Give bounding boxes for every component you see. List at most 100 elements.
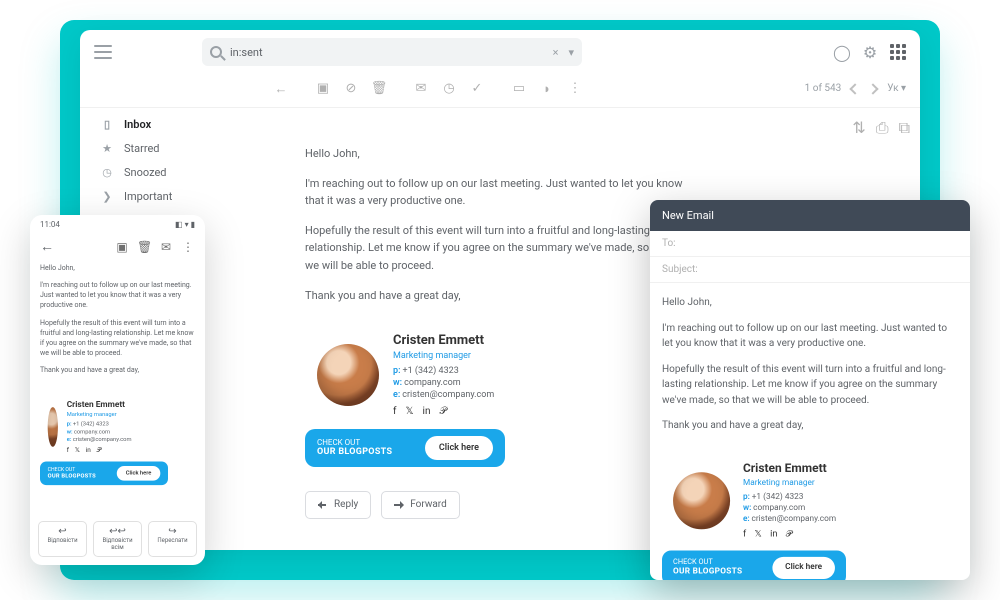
snooze-icon[interactable]: ◷ bbox=[438, 78, 460, 100]
pinterest-icon[interactable]: 𝒫 bbox=[786, 528, 793, 540]
signature-phone: p:+1 (342) 4323 bbox=[743, 491, 836, 502]
sidebar-item-starred[interactable]: ★ Starred bbox=[88, 136, 258, 160]
unread-icon[interactable]: ✉ bbox=[410, 78, 432, 100]
signature-social: f 𝕏 in 𝒫 bbox=[743, 528, 836, 540]
compose-title[interactable]: New Email bbox=[650, 200, 970, 231]
label-icon[interactable]: ◗ bbox=[536, 78, 558, 100]
top-bar: × ▾ ◯ ⚙ bbox=[80, 30, 920, 74]
email-greeting: Hello John, bbox=[662, 295, 958, 311]
facebook-icon[interactable]: f bbox=[393, 405, 396, 419]
mobile-status-bar: 11:04 ◧ ▾ ▮ bbox=[30, 215, 205, 234]
spam-icon[interactable]: ⊘ bbox=[340, 78, 362, 100]
compose-subject-field[interactable]: Subject: bbox=[650, 257, 970, 283]
mail-icon[interactable]: ✉ bbox=[159, 240, 173, 254]
banner-top-text: CHECK OUT bbox=[673, 558, 713, 566]
back-icon[interactable]: ← bbox=[40, 238, 54, 255]
signature-web: w:company.com bbox=[743, 502, 836, 513]
forward-button[interactable]: Forward bbox=[381, 491, 460, 519]
compose-to-field[interactable]: To: bbox=[650, 231, 970, 257]
banner-main-text: OUR BLOGPOSTS bbox=[673, 566, 742, 576]
email-body: Hello John, I'm reaching out to follow u… bbox=[305, 145, 685, 519]
clear-search-icon[interactable]: × bbox=[553, 46, 559, 59]
avatar bbox=[317, 344, 379, 406]
mobile-reply-button[interactable]: ↩Відповісти bbox=[38, 521, 87, 557]
reply-button[interactable]: Reply bbox=[305, 491, 371, 519]
compose-body[interactable]: Hello John, I'm reaching out to follow u… bbox=[650, 283, 970, 580]
search-dropdown-icon[interactable]: ▾ bbox=[568, 46, 574, 59]
twitter-icon[interactable]: 𝕏 bbox=[75, 446, 80, 455]
mobile-toolbar: ← ▣ 🗑 ✉ ⋮ bbox=[30, 234, 205, 263]
linkedin-icon[interactable]: in bbox=[770, 528, 777, 540]
email-paragraph: I'm reaching out to follow up on our las… bbox=[40, 280, 195, 310]
sidebar-item-label: Important bbox=[124, 190, 172, 203]
avatar bbox=[48, 408, 58, 448]
apps-icon[interactable] bbox=[890, 44, 906, 60]
signature-web: w:company.com bbox=[393, 377, 494, 389]
star-icon: ★ bbox=[100, 141, 114, 155]
prev-icon[interactable] bbox=[850, 83, 861, 94]
signature-banner: CHECK OUTOUR BLOGPOSTS Click here bbox=[662, 550, 846, 580]
clock-icon: ◷ bbox=[100, 165, 114, 179]
mobile-forward-button[interactable]: ↪Переслати bbox=[148, 521, 197, 557]
email-paragraph: Hopefully the result of this event will … bbox=[40, 318, 195, 359]
mobile-action-row: ↩Відповісти ↩↩Відповісти всім ↪Переслати bbox=[38, 521, 197, 557]
move-icon[interactable]: ▭ bbox=[508, 78, 530, 100]
email-signature: Cristen Emmett Marketing manager p:+1 (3… bbox=[40, 393, 139, 485]
signature-social: f 𝕏 in 𝒫 bbox=[67, 446, 132, 455]
sidebar-item-snoozed[interactable]: ◷ Snoozed bbox=[88, 160, 258, 184]
popout-icon[interactable]: ⧉ bbox=[899, 118, 910, 138]
signature-name: Cristen Emmett bbox=[67, 400, 132, 411]
twitter-icon[interactable]: 𝕏 bbox=[405, 405, 413, 419]
banner-button[interactable]: Click here bbox=[425, 436, 493, 460]
email-greeting: Hello John, bbox=[305, 145, 685, 163]
avatar bbox=[673, 472, 730, 529]
signature-phone: p:+1 (342) 4323 bbox=[393, 365, 494, 377]
pinterest-icon[interactable]: 𝒫 bbox=[97, 446, 102, 455]
delete-icon[interactable]: 🗑 bbox=[368, 78, 390, 100]
linkedin-icon[interactable]: in bbox=[423, 405, 431, 419]
help-icon[interactable]: ◯ bbox=[834, 44, 850, 60]
task-icon[interactable]: ✓ bbox=[466, 78, 488, 100]
linkedin-icon[interactable]: in bbox=[86, 446, 91, 455]
search-icon bbox=[210, 46, 222, 58]
sidebar-item-label: Snoozed bbox=[124, 166, 166, 179]
reply-actions: Reply Forward bbox=[305, 491, 685, 519]
search-input[interactable] bbox=[230, 46, 545, 59]
search-box[interactable]: × ▾ bbox=[202, 38, 582, 66]
signature-name: Cristen Emmett bbox=[743, 461, 836, 477]
mobile-reply-all-button[interactable]: ↩↩Відповісти всім bbox=[93, 521, 142, 557]
facebook-icon[interactable]: f bbox=[743, 528, 746, 540]
reply-icon bbox=[318, 501, 328, 509]
signature-title: Marketing manager bbox=[743, 477, 836, 488]
banner-button[interactable]: Click here bbox=[117, 466, 161, 481]
delete-icon[interactable]: 🗑 bbox=[137, 240, 151, 254]
sidebar-item-label: Starred bbox=[124, 142, 160, 155]
banner-button[interactable]: Click here bbox=[772, 556, 835, 578]
important-icon: ❯ bbox=[100, 189, 114, 203]
mobile-status-icons: ◧ ▾ ▮ bbox=[175, 220, 195, 229]
print-icon[interactable]: ⎙ bbox=[876, 118, 889, 138]
banner-main-text: OUR BLOGPOSTS bbox=[48, 473, 96, 480]
signature-email: e:cristen@company.com bbox=[393, 389, 494, 401]
next-icon[interactable] bbox=[868, 83, 879, 94]
banner-main-text: OUR BLOGPOSTS bbox=[317, 447, 392, 458]
sidebar-item-important[interactable]: ❯ Important bbox=[88, 184, 258, 208]
back-icon[interactable]: ← bbox=[270, 78, 292, 100]
message-side-icons: ⇅ ⎙ ⧉ bbox=[852, 118, 910, 138]
sidebar-item-label: Inbox bbox=[124, 118, 151, 131]
archive-icon[interactable]: ▣ bbox=[115, 240, 129, 254]
expand-icon[interactable]: ⇅ bbox=[852, 118, 865, 138]
archive-icon[interactable]: ▣ bbox=[312, 78, 334, 100]
email-paragraph: Thank you and have a great day, bbox=[305, 287, 685, 305]
settings-icon[interactable]: ⚙ bbox=[862, 44, 878, 60]
more-icon[interactable]: ⋮ bbox=[564, 78, 586, 100]
menu-icon[interactable] bbox=[94, 45, 112, 59]
pager-count: 1 of 543 bbox=[805, 83, 842, 94]
lang-selector[interactable]: Ук ▾ bbox=[887, 83, 906, 94]
more-icon[interactable]: ⋮ bbox=[181, 240, 195, 254]
pinterest-icon[interactable]: 𝒫 bbox=[440, 405, 447, 419]
sidebar-item-inbox[interactable]: ▯Inbox bbox=[88, 112, 258, 136]
facebook-icon[interactable]: f bbox=[67, 446, 69, 455]
twitter-icon[interactable]: 𝕏 bbox=[754, 528, 761, 540]
email-paragraph: I'm reaching out to follow up on our las… bbox=[305, 175, 685, 210]
